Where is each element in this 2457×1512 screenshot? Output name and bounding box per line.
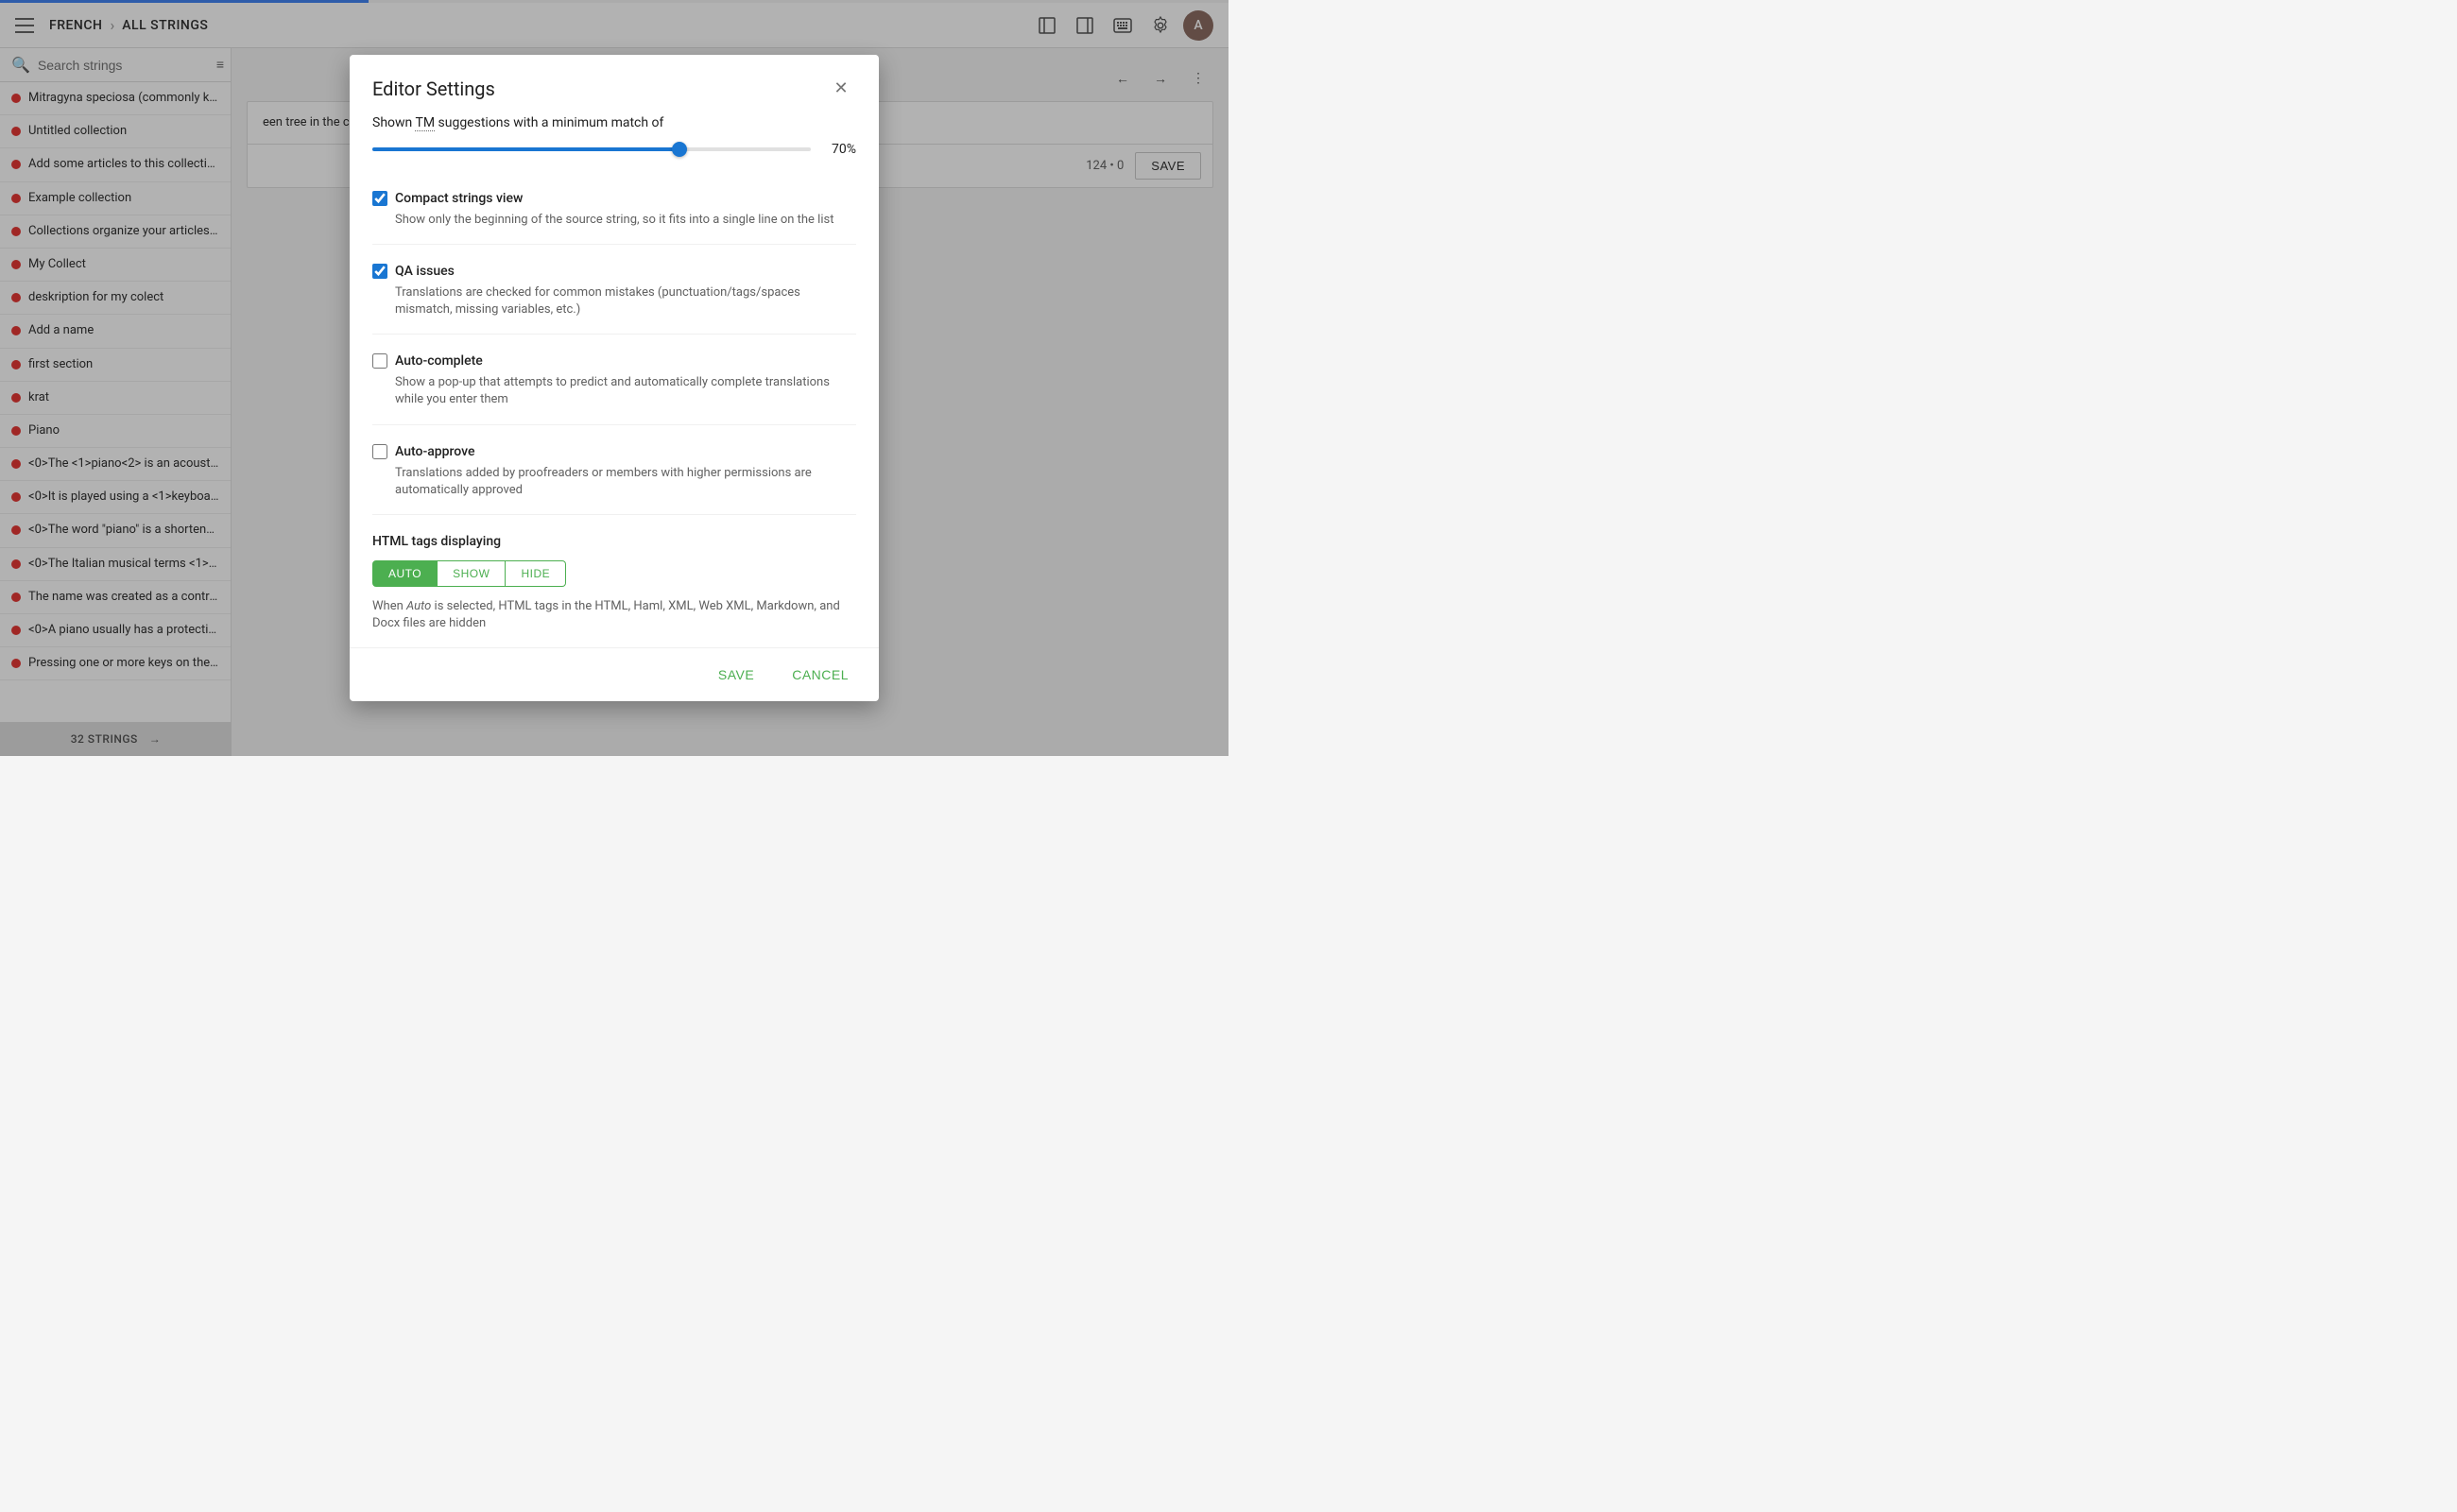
compact-view-row: Compact strings view <box>372 191 856 206</box>
qa-issues-row: QA issues <box>372 264 856 279</box>
tag-btn-hide[interactable]: HIDE <box>506 560 566 587</box>
dialog-header: Editor Settings ✕ <box>350 55 879 115</box>
autoapprove-row: Auto-approve <box>372 444 856 459</box>
editor-settings-dialog: Editor Settings ✕ Shown TM suggestions w… <box>350 55 879 702</box>
compact-view-section: Compact strings view Show only the begin… <box>372 176 856 245</box>
autoapprove-desc: Translations added by proofreaders or me… <box>372 465 856 499</box>
autocomplete-row: Auto-complete <box>372 353 856 369</box>
slider-thumb[interactable] <box>672 142 687 157</box>
slider-track[interactable] <box>372 147 811 151</box>
close-button[interactable]: ✕ <box>826 74 856 104</box>
autocomplete-section: Auto-complete Show a pop-up that attempt… <box>372 338 856 424</box>
autoapprove-checkbox[interactable] <box>372 444 387 459</box>
compact-view-desc: Show only the beginning of the source st… <box>372 212 856 229</box>
autocomplete-checkbox[interactable] <box>372 353 387 369</box>
qa-issues-desc: Translations are checked for common mist… <box>372 284 856 318</box>
dialog-cancel-button[interactable]: CANCEL <box>777 660 864 690</box>
overlay[interactable]: Editor Settings ✕ Shown TM suggestions w… <box>0 0 1228 756</box>
autocomplete-desc: Show a pop-up that attempts to predict a… <box>372 374 856 408</box>
qa-issues-section: QA issues Translations are checked for c… <box>372 249 856 335</box>
tag-buttons: AUTO SHOW HIDE <box>372 560 856 587</box>
tag-btn-auto[interactable]: AUTO <box>372 560 438 587</box>
autoapprove-label: Auto-approve <box>395 444 474 459</box>
html-tags-section: HTML tags displaying AUTO SHOW HIDE When… <box>372 519 856 647</box>
html-tags-desc: When Auto is selected, HTML tags in the … <box>372 598 856 632</box>
qa-issues-label: QA issues <box>395 264 455 279</box>
dialog-body: Shown TM suggestions with a minimum matc… <box>350 115 879 648</box>
dialog-title: Editor Settings <box>372 77 495 100</box>
compact-view-checkbox[interactable] <box>372 191 387 206</box>
dialog-footer: SAVE CANCEL <box>350 647 879 701</box>
slider-section: Shown TM suggestions with a minimum matc… <box>372 115 856 157</box>
slider-fill <box>372 147 679 151</box>
autocomplete-label: Auto-complete <box>395 353 483 369</box>
slider-label: Shown TM suggestions with a minimum matc… <box>372 115 856 130</box>
qa-issues-checkbox[interactable] <box>372 264 387 279</box>
autoapprove-section: Auto-approve Translations added by proof… <box>372 429 856 515</box>
dialog-save-button[interactable]: SAVE <box>703 660 769 690</box>
slider-row: 70% <box>372 142 856 157</box>
html-tags-title: HTML tags displaying <box>372 534 856 549</box>
compact-view-label: Compact strings view <box>395 191 523 206</box>
slider-value: 70% <box>822 142 856 157</box>
tag-btn-show[interactable]: SHOW <box>438 560 506 587</box>
